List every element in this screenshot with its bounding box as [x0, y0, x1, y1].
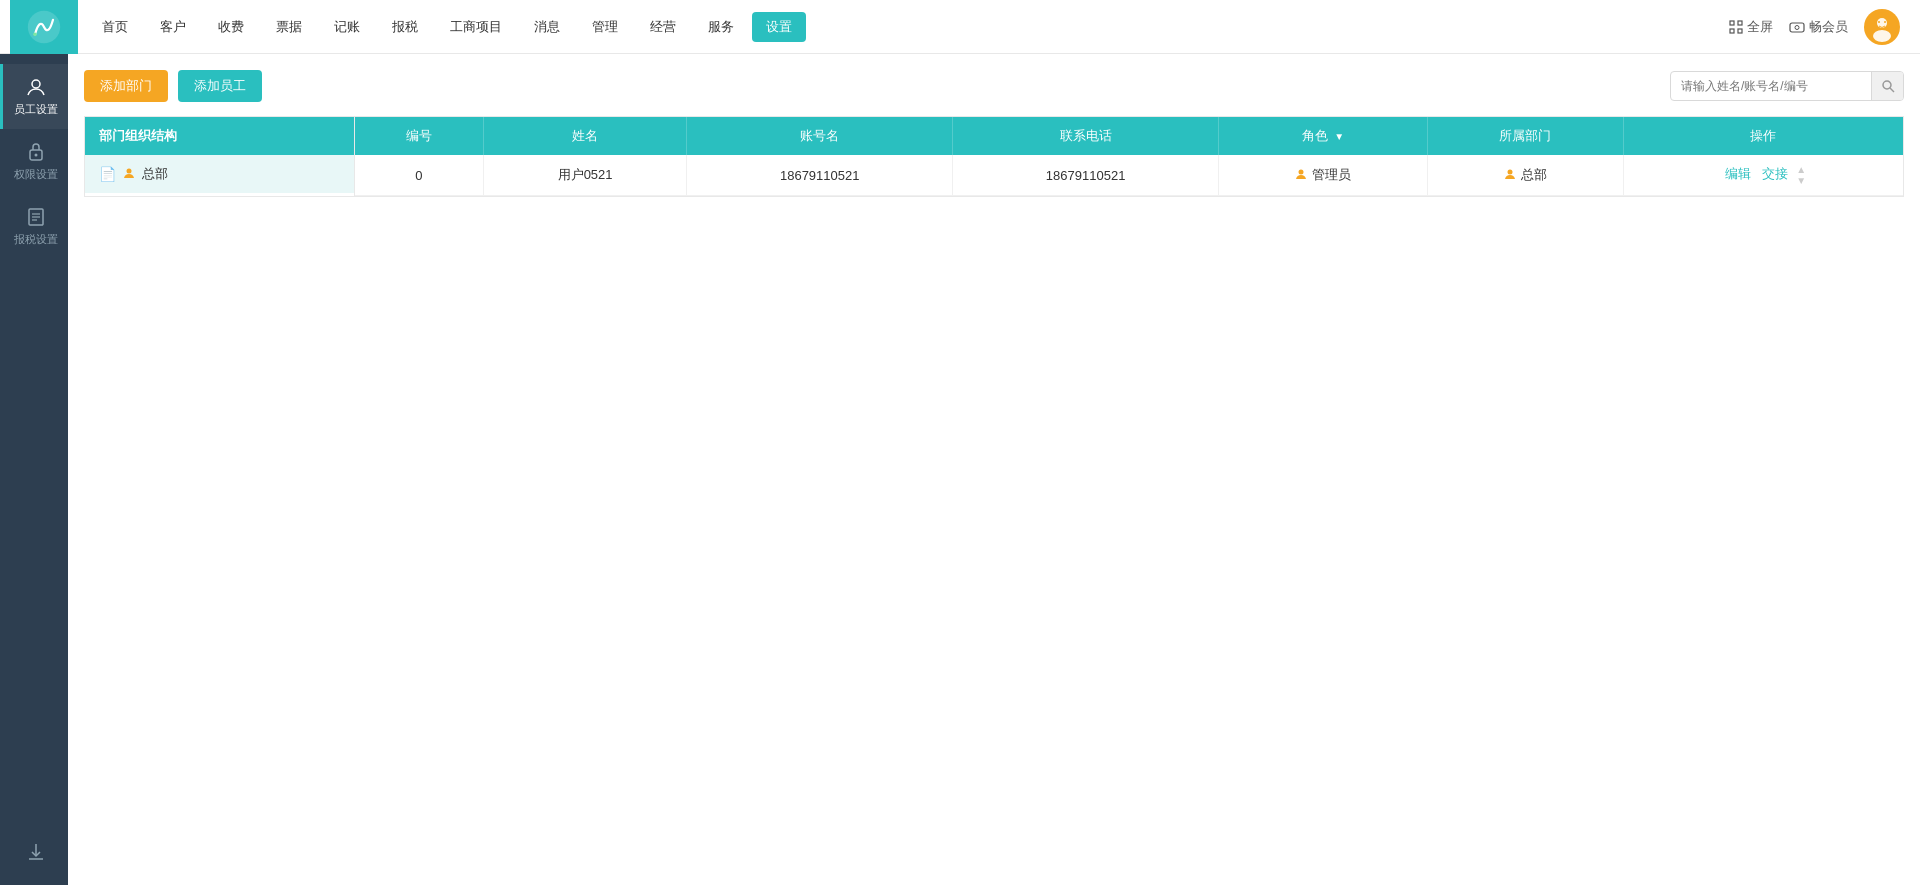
nav-tax[interactable]: 报税 — [378, 12, 432, 42]
nav-right-area: 全屏 畅会员 — [1729, 9, 1910, 45]
action-编辑[interactable]: 编辑 — [1725, 166, 1751, 181]
vip-btn[interactable]: 畅会员 — [1789, 18, 1848, 36]
table-header-row: 编号 姓名 账号名 联系电话 角色 ▼ 所属部门 操作 — [355, 117, 1903, 155]
employee-icon — [25, 76, 47, 98]
nav-items: 首页 客户 收费 票据 记账 报税 工商项目 消息 管理 经营 服务 设置 — [88, 12, 1729, 42]
dept-tree: 部门组织结构 📄 总部 — [85, 117, 355, 196]
add-dept-button[interactable]: 添加部门 — [84, 70, 168, 102]
search-input[interactable] — [1671, 79, 1871, 93]
vip-label: 畅会员 — [1809, 18, 1848, 36]
nav-manage[interactable]: 管理 — [578, 12, 632, 42]
dept-user-icon — [122, 166, 136, 183]
svg-point-15 — [34, 154, 37, 157]
fullscreen-btn[interactable]: 全屏 — [1729, 18, 1773, 36]
svg-point-10 — [1873, 30, 1891, 42]
col-name: 姓名 — [483, 117, 686, 155]
fullscreen-label: 全屏 — [1747, 18, 1773, 36]
sidebar-item-tax[interactable]: 报税设置 — [0, 194, 68, 259]
col-dept: 所属部门 — [1427, 117, 1623, 155]
scroll-down-arrow[interactable]: ▼ — [1796, 175, 1806, 186]
svg-point-7 — [1795, 25, 1799, 29]
dept-user-icon — [1503, 167, 1517, 184]
vip-icon — [1789, 20, 1805, 34]
filter-icon: ▼ — [1334, 131, 1344, 142]
nav-service[interactable]: 服务 — [694, 12, 748, 42]
tax-icon — [25, 206, 47, 228]
svg-rect-4 — [1730, 29, 1734, 33]
role-label: 管理员 — [1312, 166, 1351, 184]
logo-icon — [26, 9, 62, 45]
nav-accounting[interactable]: 记账 — [320, 12, 374, 42]
dept-root-label: 总部 — [142, 165, 168, 183]
svg-point-13 — [32, 80, 40, 88]
nav-home[interactable]: 首页 — [88, 12, 142, 42]
toolbar: 添加部门 添加员工 — [84, 70, 1904, 102]
action-交接[interactable]: 交接 — [1762, 166, 1788, 181]
svg-point-9 — [1877, 18, 1887, 28]
col-account: 账号名 — [687, 117, 953, 155]
svg-point-25 — [1299, 169, 1304, 174]
nav-settings[interactable]: 设置 — [752, 12, 806, 42]
table-row: 0用户05211867911052118679110521管理员总部编辑 交接▲… — [355, 155, 1903, 196]
cell-actions: 编辑 交接 ▲▼ — [1623, 155, 1903, 196]
dept-value: 总部 — [1521, 166, 1547, 184]
svg-point-11 — [1878, 21, 1880, 23]
svg-point-1 — [33, 32, 37, 36]
nav-message[interactable]: 消息 — [520, 12, 574, 42]
nav-customer[interactable]: 客户 — [146, 12, 200, 42]
cell-role: 管理员 — [1219, 155, 1428, 196]
svg-rect-3 — [1738, 21, 1742, 25]
sidebar-item-permission[interactable]: 权限设置 — [0, 129, 68, 194]
search-button[interactable] — [1871, 71, 1903, 101]
col-role[interactable]: 角色 ▼ — [1219, 117, 1428, 155]
table-wrapper: 部门组织结构 📄 总部 编号 姓名 账号名 — [84, 116, 1904, 197]
sidebar: 员工设置 权限设置 报税设置 — [0, 54, 68, 885]
sidebar-item-employee[interactable]: 员工设置 — [0, 64, 68, 129]
dept-tree-header: 部门组织结构 — [85, 117, 354, 155]
main-content: 添加部门 添加员工 部门组织结构 📄 — [68, 54, 1920, 885]
cell-dept: 总部 — [1427, 155, 1623, 196]
fullscreen-icon — [1729, 20, 1743, 34]
permission-icon — [25, 141, 47, 163]
svg-point-24 — [127, 168, 132, 173]
col-id: 编号 — [355, 117, 483, 155]
scroll-up-arrow[interactable]: ▲ — [1796, 164, 1806, 175]
emp-table: 编号 姓名 账号名 联系电话 角色 ▼ 所属部门 操作 — [355, 117, 1903, 196]
svg-line-23 — [1890, 88, 1894, 92]
role-user-icon — [1294, 167, 1308, 184]
avatar-icon — [1867, 12, 1897, 42]
top-navigation: 首页 客户 收费 票据 记账 报税 工商项目 消息 管理 经营 服务 设置 全屏… — [0, 0, 1920, 54]
nav-invoice[interactable]: 票据 — [262, 12, 316, 42]
svg-point-26 — [1508, 169, 1513, 174]
dept-tree-root[interactable]: 📄 总部 — [85, 155, 354, 193]
cell-account: 18679110521 — [687, 155, 953, 196]
col-action: 操作 — [1623, 117, 1903, 155]
svg-rect-5 — [1738, 29, 1742, 33]
user-avatar[interactable] — [1864, 9, 1900, 45]
svg-point-12 — [1884, 21, 1886, 23]
svg-point-22 — [1883, 81, 1891, 89]
svg-rect-6 — [1790, 23, 1804, 32]
search-icon — [1881, 79, 1895, 93]
svg-rect-2 — [1730, 21, 1734, 25]
cell-phone: 18679110521 — [953, 155, 1219, 196]
search-area — [1670, 71, 1904, 101]
main-layout: 员工设置 权限设置 报税设置 添加部门 添加员工 — [0, 54, 1920, 885]
sidebar-bottom — [0, 829, 68, 875]
add-emp-button[interactable]: 添加员工 — [178, 70, 262, 102]
sidebar-item-download[interactable] — [0, 829, 68, 875]
sidebar-label-tax: 报税设置 — [14, 232, 58, 247]
cell-id: 0 — [355, 155, 483, 196]
col-role-label: 角色 — [1302, 128, 1328, 143]
logo-area — [10, 0, 78, 54]
download-icon — [25, 841, 47, 863]
sidebar-label-employee: 员工设置 — [14, 102, 58, 117]
nav-fee[interactable]: 收费 — [204, 12, 258, 42]
cell-name: 用户0521 — [483, 155, 686, 196]
nav-business[interactable]: 工商项目 — [436, 12, 516, 42]
nav-operation[interactable]: 经营 — [636, 12, 690, 42]
col-phone: 联系电话 — [953, 117, 1219, 155]
file-icon: 📄 — [99, 166, 116, 182]
sidebar-label-permission: 权限设置 — [14, 167, 58, 182]
